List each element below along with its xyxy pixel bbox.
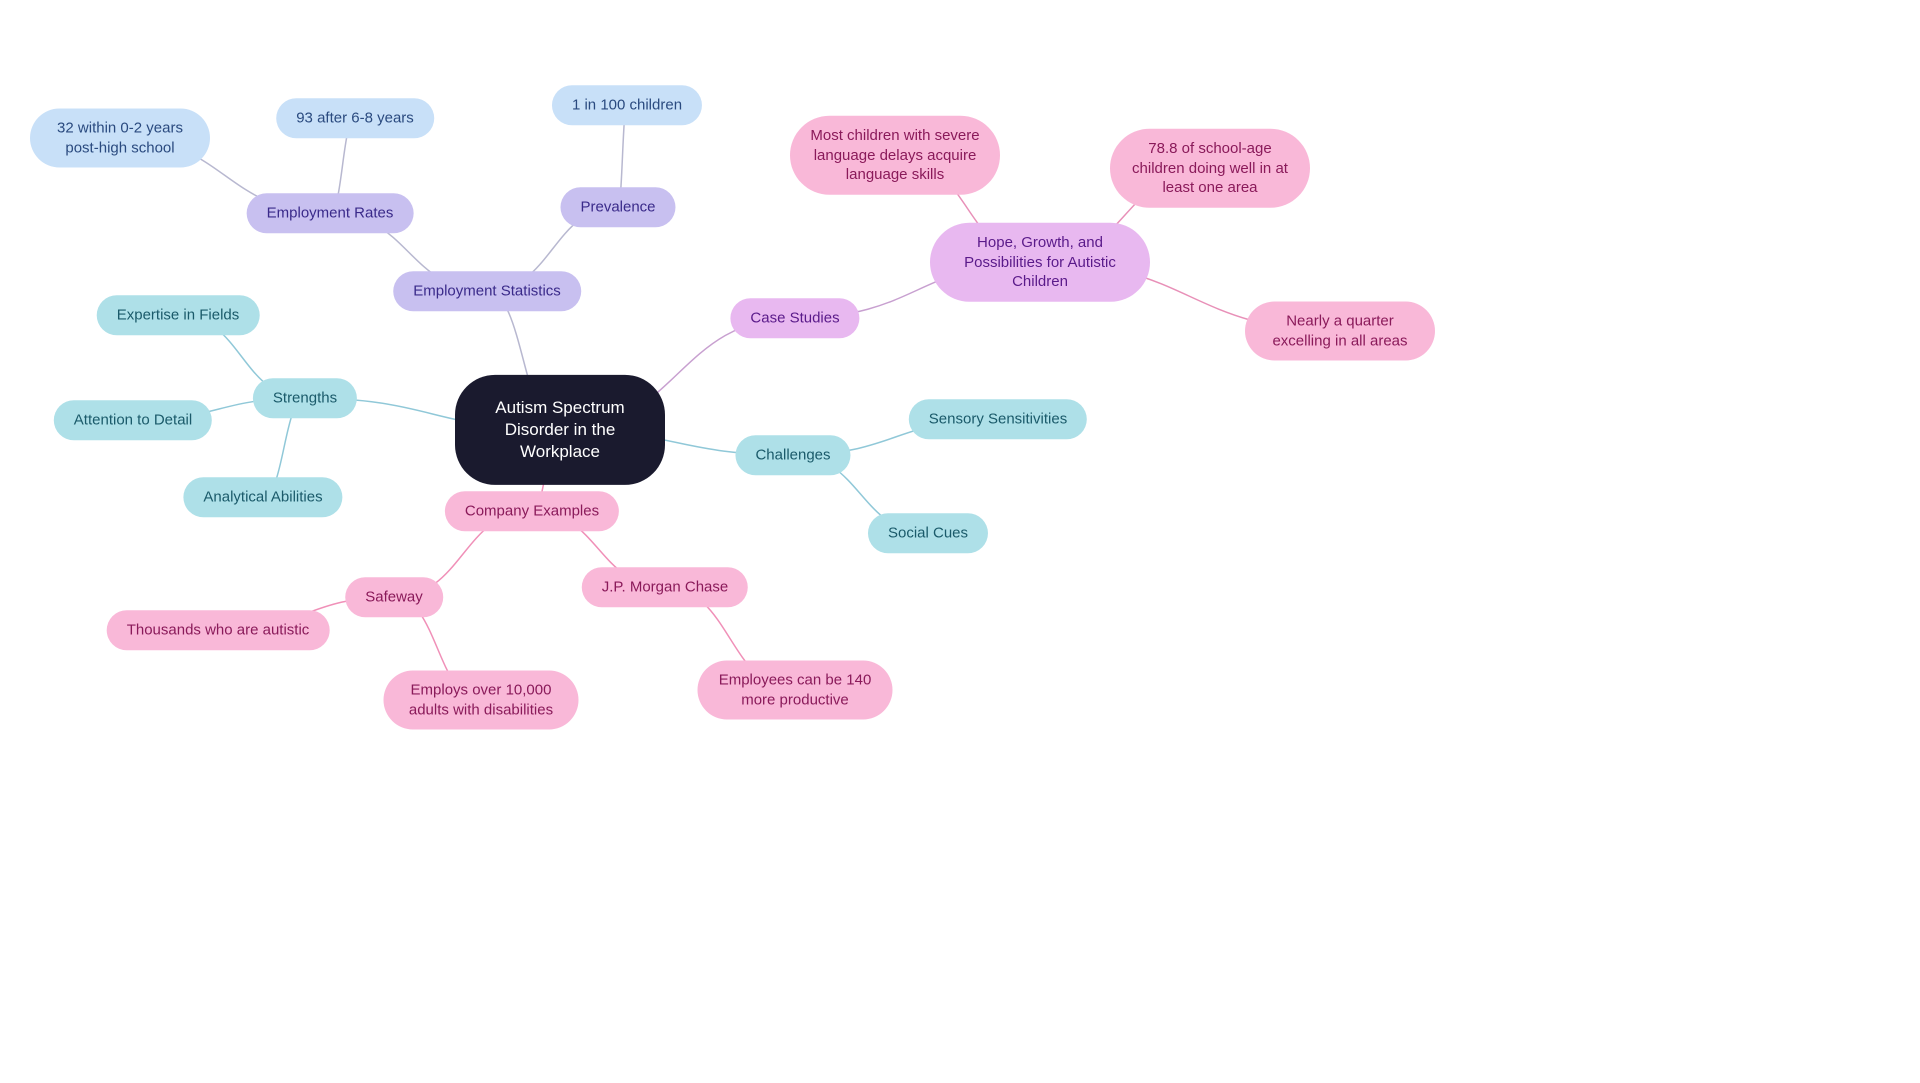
mind-map: Autism Spectrum Disorder in the Workplac…	[0, 0, 1920, 1083]
node-expertise[interactable]: Expertise in Fields	[97, 295, 260, 335]
node-sensory[interactable]: Sensory Sensitivities	[909, 399, 1087, 439]
node-prevalence[interactable]: Prevalence	[560, 187, 675, 227]
node-case-studies[interactable]: Case Studies	[730, 298, 859, 338]
node-rate-93[interactable]: 93 after 6-8 years	[276, 98, 434, 138]
node-language-delays[interactable]: Most children with severe language delay…	[790, 116, 1000, 195]
center-node[interactable]: Autism Spectrum Disorder in the Workplac…	[455, 375, 665, 485]
node-employees-140[interactable]: Employees can be 140 more productive	[698, 661, 893, 720]
node-thousands[interactable]: Thousands who are autistic	[107, 610, 330, 650]
node-employs-10000[interactable]: Employs over 10,000 adults with disabili…	[384, 671, 579, 730]
node-hope-growth[interactable]: Hope, Growth, and Possibilities for Auti…	[930, 223, 1150, 302]
node-challenges[interactable]: Challenges	[735, 435, 850, 475]
node-company-examples[interactable]: Company Examples	[445, 491, 619, 531]
node-strengths[interactable]: Strengths	[253, 378, 357, 418]
node-nearly-quarter[interactable]: Nearly a quarter excelling in all areas	[1245, 302, 1435, 361]
node-employment-statistics[interactable]: Employment Statistics	[393, 271, 581, 311]
node-prev-1in100[interactable]: 1 in 100 children	[552, 85, 702, 125]
node-rate-32[interactable]: 32 within 0-2 years post-high school	[30, 109, 210, 168]
node-employment-rates[interactable]: Employment Rates	[247, 193, 414, 233]
node-social-cues[interactable]: Social Cues	[868, 513, 988, 553]
node-analytical[interactable]: Analytical Abilities	[183, 477, 342, 517]
node-attention[interactable]: Attention to Detail	[54, 400, 212, 440]
node-safeway[interactable]: Safeway	[345, 577, 443, 617]
node-jp-morgan[interactable]: J.P. Morgan Chase	[582, 567, 748, 607]
node-school-age[interactable]: 78.8 of school-age children doing well i…	[1110, 129, 1310, 208]
